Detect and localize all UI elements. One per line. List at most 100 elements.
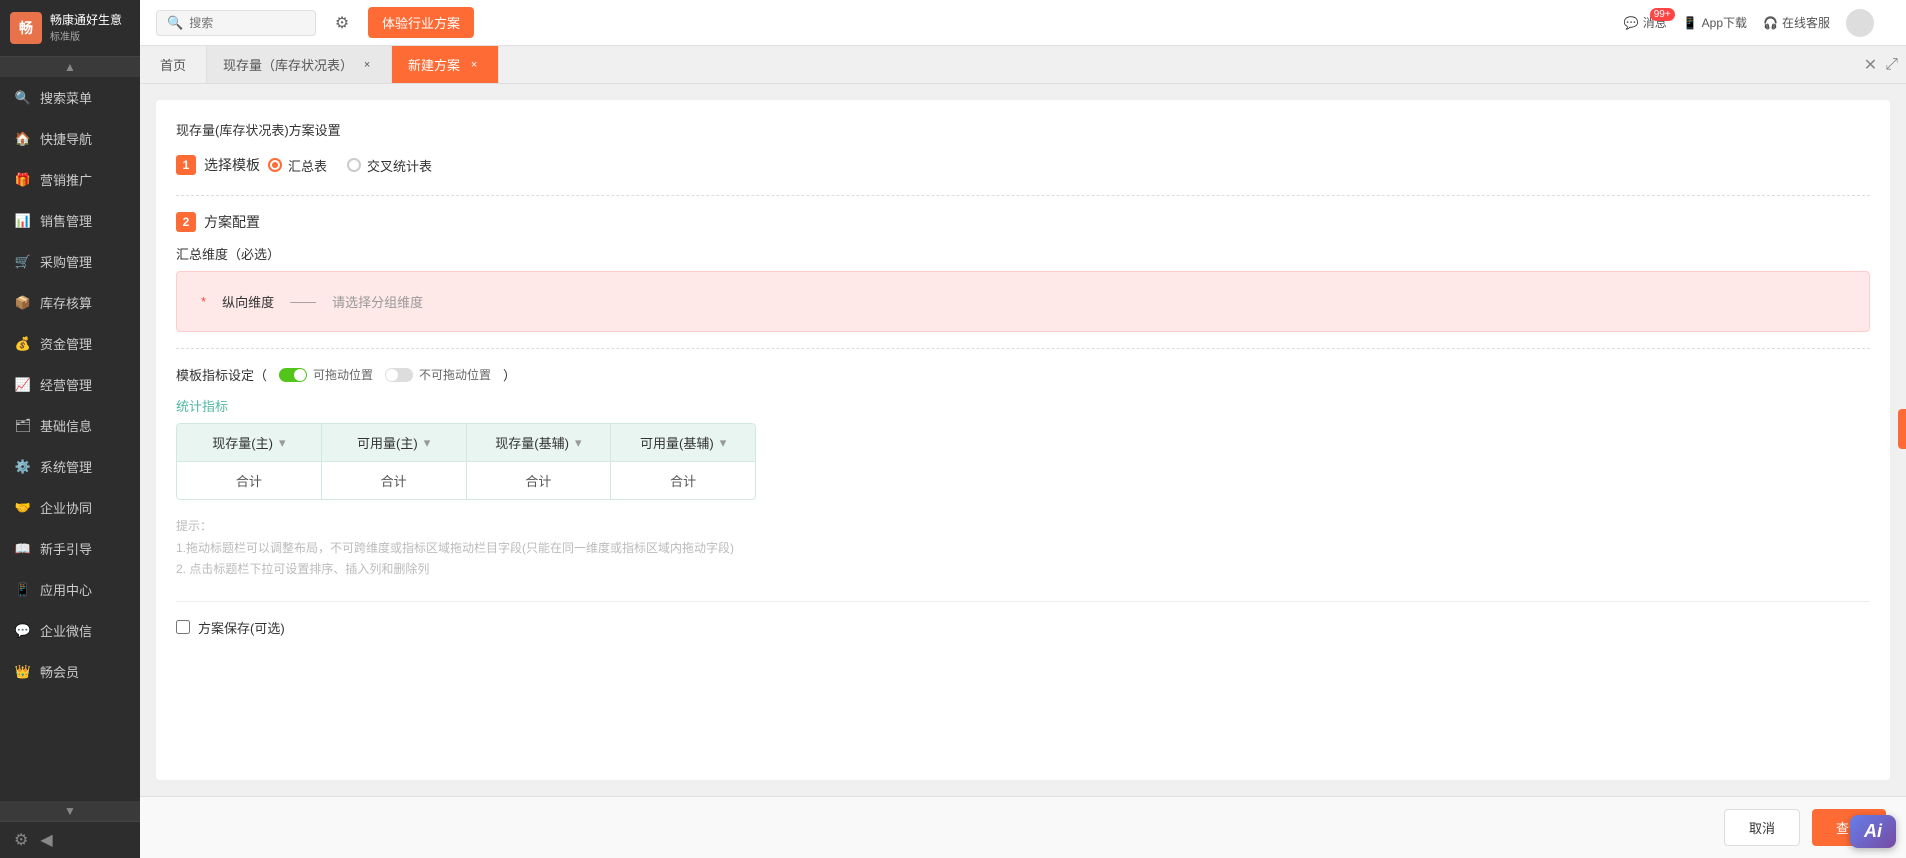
dimension-label: 汇总维度（必选） [176,244,1870,263]
indicator-setting: 模板指标设定（ 可拖动位置 不可拖动位置 ） [176,365,1870,384]
tab-new-scheme[interactable]: 新建方案 × [392,46,499,83]
corp-wechat-icon: 💬 [14,622,32,640]
stats-header-2[interactable]: 可用量(主) ▾ [322,424,467,461]
stats-header-1-label: 现存量(主) [212,433,273,452]
sidebar-item-label: 快捷导航 [40,129,92,148]
sales-icon: 📊 [14,212,32,230]
sidebar-scroll-up[interactable]: ▲ [0,57,140,77]
stats-section: 统计指标 现存量(主) ▾ 可用量(主) ▾ [176,396,1870,500]
stats-header-4-label: 可用量(基辅) [640,433,714,452]
tip1: 1.拖动标题栏可以调整布局，不可跨维度或指标区域拖动栏目字段(只能在同一维度或指… [176,538,1870,560]
toggle-draggable[interactable]: 可拖动位置 [279,366,373,383]
sidebar-item-corp-pact[interactable]: 🤝 企业协同 [0,487,140,528]
app-download-label: App下载 [1702,14,1747,31]
sidebar-item-label: 企业协同 [40,498,92,517]
sidebar-item-purchase[interactable]: 🛒 采购管理 [0,241,140,282]
marketing-icon: 🎁 [14,171,32,189]
radio-summary-circle [268,158,282,172]
toggle-draggable-box[interactable] [279,368,307,382]
sidebar-item-new-guide[interactable]: 📖 新手引导 [0,528,140,569]
message-badge: 99+ [1650,8,1675,21]
sidebar-item-label: 销售管理 [40,211,92,230]
toggle-not-draggable[interactable]: 不可拖动位置 [385,366,491,383]
sidebar-item-app-center[interactable]: 📱 应用中心 [0,569,140,610]
dimension-box: * 纵向维度 —— 请选择分组维度 [176,271,1870,332]
radio-summary[interactable]: 汇总表 [268,156,327,175]
section-config: 2 方案配置 汇总维度（必选） * 纵向维度 —— 请选择分组维度 模板指标设定… [176,212,1870,581]
ai-badge[interactable]: Ai [1850,815,1896,848]
config-divider [176,348,1870,349]
tips-area: 提示： 1.拖动标题栏可以调整布局，不可跨维度或指标区域拖动栏目字段(只能在同一… [176,516,1870,581]
tab-home-label: 首页 [160,55,186,74]
section-template: 1 选择模板 汇总表 交叉统计表 [176,155,1870,175]
sidebar-item-label: 企业微信 [40,621,92,640]
service-button[interactable]: 🎧 在线客服 [1763,14,1830,31]
vertical-dim-label: 纵向维度 [222,292,274,311]
finance-icon: 💰 [14,335,32,353]
sidebar-item-inventory[interactable]: 📦 库存核算 [0,282,140,323]
save-checkbox[interactable] [176,620,190,634]
sidebar-settings-icon[interactable]: ⚙ [14,830,28,850]
tabbar: 首页 现存量（库存状况表） × 新建方案 × ✕ ⤢ [140,46,1906,84]
stats-dropdown-1-icon: ▾ [279,435,286,451]
radio-cross[interactable]: 交叉统计表 [347,156,432,175]
radio-summary-label: 汇总表 [288,156,327,175]
indicator-setting-label: 模板指标设定（ [176,365,267,384]
sidebar-item-label: 搜索菜单 [40,88,92,107]
radio-cross-label: 交叉统计表 [367,156,432,175]
cancel-button[interactable]: 取消 [1724,809,1800,846]
search-input[interactable] [189,16,305,30]
section2-header: 2 方案配置 [176,212,1870,232]
sidebar-item-label: 采购管理 [40,252,92,271]
stats-title: 统计指标 [176,396,1870,415]
stats-header-1[interactable]: 现存量(主) ▾ [177,424,322,461]
template-radio-group: 汇总表 交叉统计表 [268,156,432,175]
stats-header-4[interactable]: 可用量(基辅) ▾ [611,424,755,461]
sidebar-item-label: 库存核算 [40,293,92,312]
sidebar-logo: 畅 畅康通好生意 标准版 [0,0,140,57]
toggle-not-draggable-label: 不可拖动位置 [419,366,491,383]
app-title: 畅康通好生意 [50,13,122,29]
sidebar-scroll-down[interactable]: ▼ [0,801,140,821]
sidebar-item-marketing[interactable]: 🎁 营销推广 [0,159,140,200]
sidebar-item-label: 新手引导 [40,539,92,558]
stats-data-1: 合计 [177,461,322,499]
stats-header-2-label: 可用量(主) [357,433,418,452]
sidebar-item-label: 应用中心 [40,580,92,599]
tab-inventory-close[interactable]: × [359,57,375,73]
toggle-not-draggable-box[interactable] [385,368,413,382]
sidebar-item-search-menu[interactable]: 🔍 搜索菜单 [0,77,140,118]
sidebar-item-sales[interactable]: 📊 销售管理 [0,200,140,241]
tab-new-scheme-close[interactable]: × [466,57,482,73]
sidebar-item-system[interactable]: ⚙️ 系统管理 [0,446,140,487]
stats-header-3[interactable]: 现存量(基辅) ▾ [467,424,612,461]
corp-pact-icon: 🤝 [14,499,32,517]
service-label: 在线客服 [1782,14,1830,31]
sidebar-item-operation[interactable]: 📈 经营管理 [0,364,140,405]
sidebar-item-corp-wechat[interactable]: 💬 企业微信 [0,610,140,651]
save-row: 方案保存(可选) [176,601,1870,637]
tab-home[interactable]: 首页 [140,46,207,83]
purchase-icon: 🛒 [14,253,32,271]
inventory-icon: 📦 [14,294,32,312]
dimension-placeholder[interactable]: 请选择分组维度 [332,292,423,311]
window-close-button[interactable]: ✕ [1864,55,1877,75]
tab-new-scheme-label: 新建方案 [408,55,460,74]
window-expand-button[interactable]: ⤢ [1885,56,1898,74]
sidebar-collapse-icon[interactable]: ◀ [40,830,52,850]
user-avatar[interactable] [1846,9,1874,37]
trial-button[interactable]: 体验行业方案 [368,7,474,38]
toggle-draggable-label: 可拖动位置 [313,366,373,383]
sidebar-item-basic-info[interactable]: 🗂 基础信息 [0,405,140,446]
sidebar-item-vip[interactable]: 👑 畅会员 [0,651,140,692]
section2-title: 方案配置 [204,212,260,232]
settings-gear[interactable]: ⚙ [328,9,356,37]
tab-inventory-status[interactable]: 现存量（库存状况表） × [207,46,392,83]
tip2: 2. 点击标题栏下拉可设置排序、插入列和删除列 [176,559,1870,581]
sidebar-item-finance[interactable]: 💰 资金管理 [0,323,140,364]
sidebar-item-quick-nav[interactable]: 🏠 快捷导航 [0,118,140,159]
app-download-button[interactable]: 📱 App下载 [1683,14,1747,31]
message-button[interactable]: 💬 消息 99+ [1624,14,1667,31]
tab-inventory-status-label: 现存量（库存状况表） [223,55,353,74]
page-title: 现存量(库存状况表)方案设置 [176,120,1870,139]
